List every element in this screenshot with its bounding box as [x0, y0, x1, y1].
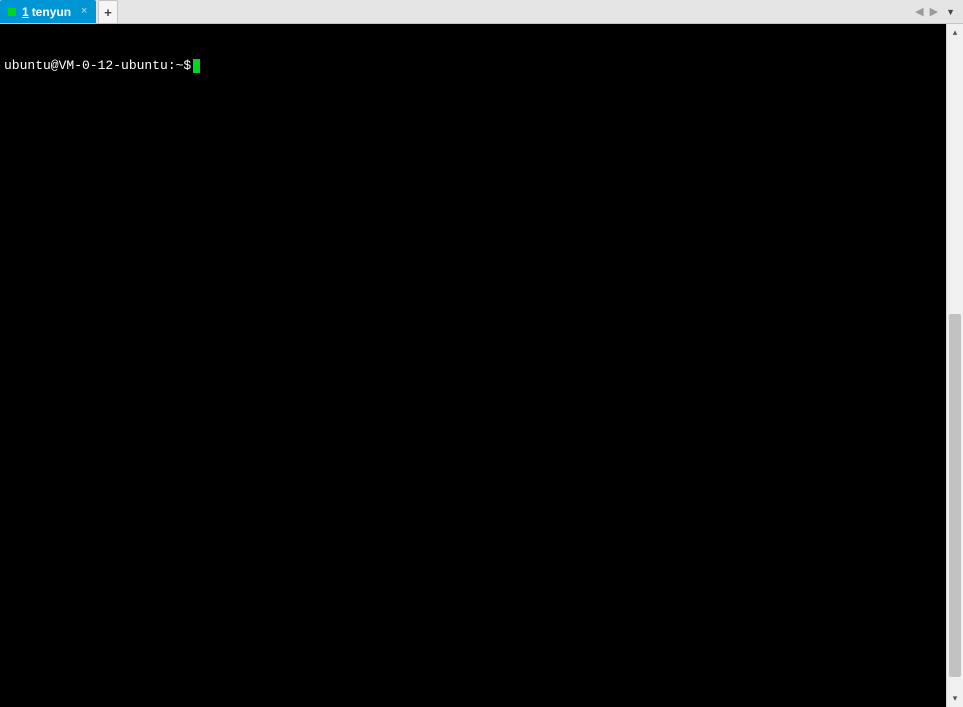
- tab-number: 1: [22, 5, 29, 19]
- close-tab-icon[interactable]: ×: [81, 6, 87, 17]
- tab-bar-controls: ◀ ▶ ▼: [913, 0, 963, 23]
- tab-nav-prev-icon[interactable]: ◀: [913, 5, 925, 18]
- terminal-prompt: ubuntu@VM-0-12-ubuntu:~$: [4, 58, 191, 74]
- scroll-up-icon[interactable]: ▴: [947, 24, 963, 41]
- vertical-scrollbar[interactable]: ▴ ▾: [946, 24, 963, 707]
- tab-label: 1 tenyun: [22, 5, 71, 19]
- tab-name: tenyun: [32, 5, 71, 19]
- tab-active[interactable]: 1 tenyun ×: [0, 0, 96, 23]
- tab-nav-next-icon[interactable]: ▶: [928, 5, 940, 18]
- scroll-track[interactable]: [947, 41, 963, 690]
- add-tab-button[interactable]: +: [98, 0, 118, 23]
- terminal[interactable]: ubuntu@VM-0-12-ubuntu:~$: [0, 24, 946, 707]
- scroll-down-icon[interactable]: ▾: [947, 690, 963, 707]
- terminal-prompt-line: ubuntu@VM-0-12-ubuntu:~$: [4, 58, 942, 74]
- tab-bar: 1 tenyun × + ◀ ▶ ▼: [0, 0, 963, 24]
- main-area: ubuntu@VM-0-12-ubuntu:~$ ▴ ▾: [0, 24, 963, 707]
- tab-dropdown-icon[interactable]: ▼: [942, 7, 959, 17]
- cursor-icon: [193, 59, 200, 73]
- connection-status-icon: [8, 8, 16, 16]
- scroll-thumb[interactable]: [949, 314, 961, 677]
